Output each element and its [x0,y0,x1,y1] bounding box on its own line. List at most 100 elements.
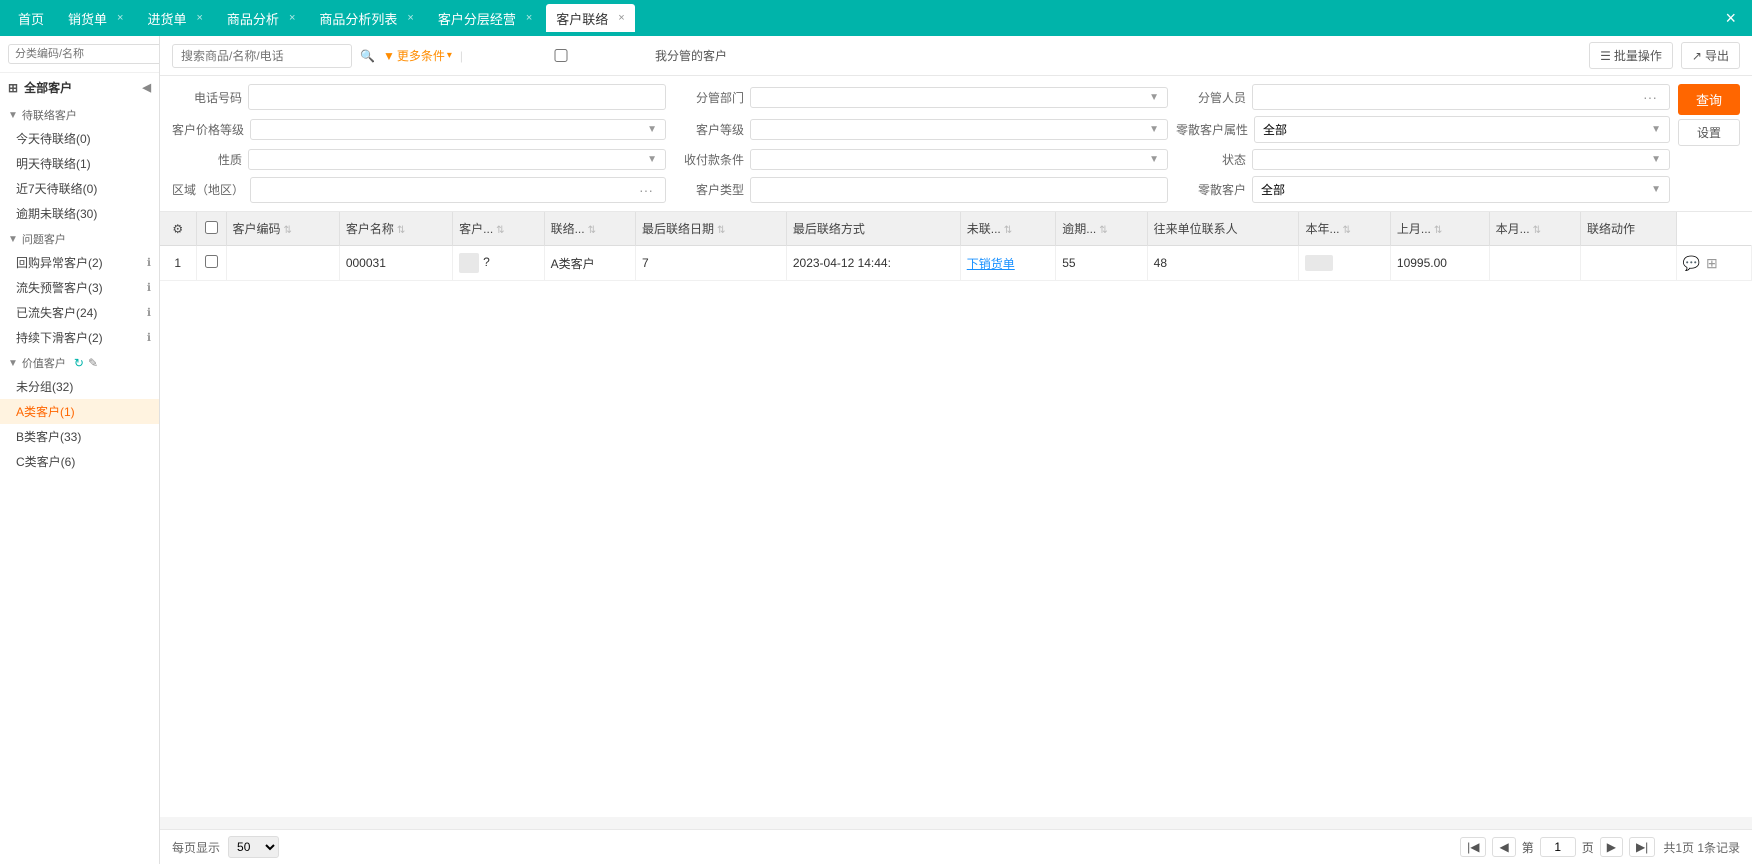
prev-page-button[interactable]: ◀ [1492,837,1515,857]
refresh-icon[interactable]: ↻ [74,356,84,370]
tab-customer-contact-close[interactable]: × [618,12,624,24]
col-action: 联络动作 [1581,212,1677,246]
per-page-select[interactable]: 50 100 200 [228,836,279,858]
filter-price-level: 客户价格等级 ▼ [172,119,666,140]
sort-contact[interactable]: ⇅ [588,225,596,236]
next-page-button[interactable]: ▶ [1600,837,1623,857]
sort-type[interactable]: ⇅ [496,225,504,236]
nav-close-button[interactable]: × [1717,8,1744,29]
settings-button[interactable]: 设置 [1678,119,1740,146]
price-level-select[interactable]: ▼ [250,119,666,140]
sort-this-month[interactable]: ⇅ [1533,225,1541,236]
sidebar-item-churned[interactable]: 已流失客户(24) ℹ [0,300,159,325]
col-last-date: 最后联络日期⇅ [635,212,786,246]
status-label: 状态 [1176,151,1246,168]
search-icon[interactable]: 🔍 [360,49,375,63]
tab-analysis-close[interactable]: × [289,12,295,24]
tab-customer-contact[interactable]: 客户联络 × [546,4,634,32]
tab-analysis[interactable]: 商品分析 × [217,4,305,32]
sidebar-item-overdue-label: 逾期未联络(30) [16,205,97,222]
region-dots[interactable]: ··· [635,182,657,198]
sidebar-item-b-class[interactable]: B类客户(33) [0,424,159,449]
per-page-label: 每页显示 [172,839,220,856]
search-input[interactable] [172,44,352,68]
batch-op-button[interactable]: ☰ 批量操作 [1589,42,1673,69]
first-page-button[interactable]: |◀ [1460,837,1486,857]
export-button[interactable]: ↗ 导出 [1681,42,1740,69]
col-check [196,212,226,246]
sidebar-item-today[interactable]: 今天待联络(0) [0,126,159,151]
sidebar-all-customers[interactable]: ⊞ 全部客户 ◀ [0,73,159,102]
my-customers-checkbox[interactable] [471,49,651,62]
sidebar-item-repurchase-abnormal[interactable]: 回购异常客户(2) ℹ [0,250,159,275]
more-conditions-button[interactable]: ▼ 更多条件 ▾ [383,47,452,64]
page-suffix: 页 [1582,839,1594,856]
tab-sales[interactable]: 销货单 × [58,4,133,32]
qr-icon[interactable]: ⊞ [1706,255,1718,272]
retail-customer-value: 全部 [1261,181,1285,198]
edit-icon[interactable]: ✎ [88,356,98,370]
select-all-checkbox[interactable] [205,221,218,234]
tab-purchase[interactable]: 进货单 × [137,4,212,32]
problem-customers-label: 问题客户 [22,231,66,247]
page-number-input[interactable] [1540,837,1576,857]
sort-name[interactable]: ⇅ [397,225,405,236]
sidebar-item-declining[interactable]: 持续下滑客户(2) ℹ [0,325,159,350]
last-method-link[interactable]: 下销货单 [967,257,1015,271]
help-icon-1[interactable]: ℹ [147,281,151,294]
last-page-button[interactable]: ▶| [1629,837,1655,857]
sort-overdue[interactable]: ⇅ [1099,225,1107,236]
manager-dots[interactable]: ··· [1639,89,1661,105]
dept-select[interactable]: ▼ [750,87,1168,108]
customer-level-select[interactable]: ▼ [750,119,1168,140]
tab-analysis-list-close[interactable]: × [407,12,413,24]
sidebar-item-tomorrow[interactable]: 明天待联络(1) [0,151,159,176]
help-icon-2[interactable]: ℹ [147,306,151,319]
dept-label: 分管部门 [674,89,744,106]
row-last-method[interactable]: 下销货单 [960,246,1056,281]
sidebar-item-ungrouped[interactable]: 未分组(32) [0,374,159,399]
payment-select[interactable]: ▼ [750,149,1168,170]
row-contact: 7 [635,246,786,281]
my-customers-checkbox-label[interactable]: 我分管的客户 [471,47,727,64]
tab-sales-close[interactable]: × [117,12,123,24]
sidebar-item-a-class[interactable]: A类客户(1) [0,399,159,424]
horizontal-scrollbar[interactable] [160,817,1752,829]
retail-customer-select[interactable]: 全部 ▼ [1252,176,1670,203]
sort-this-year[interactable]: ⇅ [1343,225,1351,236]
customer-level-label: 客户等级 [674,121,744,138]
retail-attr-select[interactable]: 全部 ▼ [1254,116,1670,143]
sidebar-search-input[interactable] [8,44,160,64]
region-input[interactable]: ··· [250,177,666,203]
chat-icon[interactable]: 💬 [1683,255,1700,272]
tab-home[interactable]: 首页 [8,4,54,32]
customer-type-input[interactable] [750,177,1168,203]
sort-last-month[interactable]: ⇅ [1434,225,1442,236]
sort-uncontact[interactable]: ⇅ [1004,225,1012,236]
row-check[interactable] [196,246,226,281]
sidebar-item-churn-warning[interactable]: 流失预警客户(3) ℹ [0,275,159,300]
col-contact: 联络...⇅ [544,212,635,246]
tab-purchase-close[interactable]: × [196,12,202,24]
manager-input[interactable]: ··· [1252,84,1670,110]
help-icon-0[interactable]: ℹ [147,256,151,269]
sidebar-item-overdue[interactable]: 逾期未联络(30) [0,201,159,226]
tab-analysis-list[interactable]: 商品分析列表 × [309,4,423,32]
query-button[interactable]: 查询 [1678,84,1740,115]
row-checkbox[interactable] [205,255,218,268]
tab-customer-tier[interactable]: 客户分层经营 × [428,4,542,32]
main-layout: 🔍 ⊞ 全部客户 ◀ ▼ 待联络客户 今天待联络(0) 明天待联络(1) 近7天… [0,36,1752,864]
sidebar-item-7days[interactable]: 近7天待联络(0) [0,176,159,201]
phone-input[interactable] [248,84,666,110]
sidebar-item-c-class[interactable]: C类客户(6) [0,449,159,474]
col-gear[interactable]: ⚙ [160,212,196,246]
status-select[interactable]: ▼ [1252,149,1670,170]
page-label: 第 [1522,839,1534,856]
sort-code[interactable]: ⇅ [284,225,292,236]
tab-customer-tier-close[interactable]: × [526,12,532,24]
sort-last-date[interactable]: ⇅ [717,225,725,236]
nature-select[interactable]: ▼ [248,149,666,170]
value-customers-label: 价值客户 [22,355,66,371]
row-name: ? [453,246,544,281]
help-icon-3[interactable]: ℹ [147,331,151,344]
